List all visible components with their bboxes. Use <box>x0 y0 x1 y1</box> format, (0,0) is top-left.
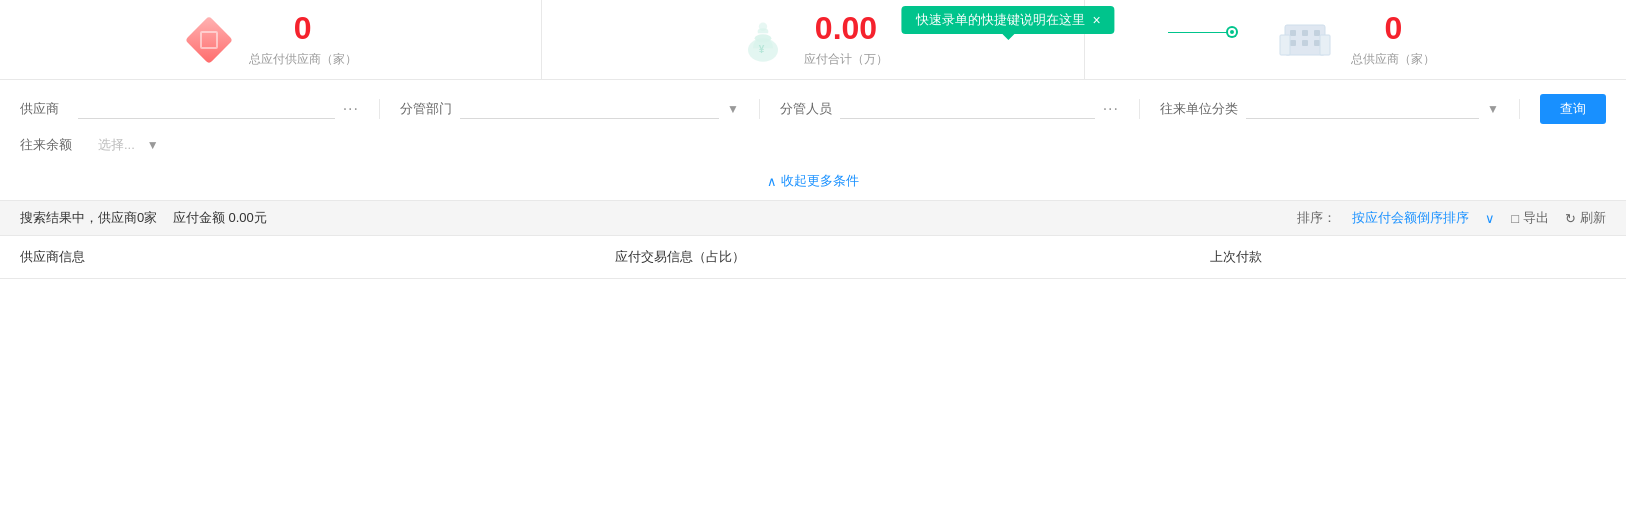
col-transaction-header: 应付交易信息（占比） <box>615 248 1210 266</box>
department-input[interactable] <box>460 99 719 119</box>
collapse-button[interactable]: ∧ 收起更多条件 <box>767 172 859 190</box>
balance-placeholder: 选择... <box>98 136 135 154</box>
table-header: 供应商信息 应付交易信息（占比） 上次付款 <box>0 236 1626 279</box>
refresh-label: 刷新 <box>1580 209 1606 227</box>
stat-total-suppliers: 0 总供应商（家） <box>1085 0 1626 79</box>
refresh-button[interactable]: ↻ 刷新 <box>1565 209 1606 227</box>
unit-type-arrow[interactable]: ▼ <box>1487 102 1499 116</box>
unit-type-input[interactable] <box>1246 99 1479 119</box>
building-icon <box>1275 20 1335 60</box>
person-dots-btn[interactable]: ··· <box>1103 100 1119 118</box>
svg-point-2 <box>759 22 767 30</box>
department-label: 分管部门 <box>400 100 452 118</box>
department-arrow[interactable]: ▼ <box>727 102 739 116</box>
payable-suppliers-label: 总应付供应商（家） <box>249 51 357 68</box>
svg-rect-12 <box>1320 35 1330 55</box>
payable-total-label: 应付合计（万） <box>804 51 888 68</box>
stat-payable-suppliers: 0 总应付供应商（家） <box>0 0 542 79</box>
results-text: 搜索结果中，供应商0家 <box>20 210 157 225</box>
svg-point-1 <box>755 34 772 42</box>
filter-row-1: 供应商 ··· 分管部门 ▼ 分管人员 ··· 往来单位分类 ▼ 查询 <box>20 94 1606 124</box>
export-button[interactable]: □ 导出 <box>1511 209 1549 227</box>
svg-rect-6 <box>1302 30 1308 36</box>
person-label: 分管人员 <box>780 100 832 118</box>
svg-rect-8 <box>1290 40 1296 46</box>
sort-label: 排序： <box>1297 209 1336 227</box>
sort-value[interactable]: 按应付会额倒序排序 <box>1352 209 1469 227</box>
tooltip-bubble: 快速录单的快捷键说明在这里 × <box>902 6 1115 34</box>
results-amount: 应付金额 0.00元 <box>173 210 267 225</box>
stats-bar: 0 总应付供应商（家） ¥ 0.00 应付合计（万） 快速录单的快捷键说明在这里… <box>0 0 1626 80</box>
filter-person: 分管人员 ··· <box>780 99 1140 119</box>
collapse-label: 收起更多条件 <box>781 172 859 190</box>
moneybag-icon: ¥ <box>738 15 788 65</box>
filter-row-2: 往来余额 选择... ▼ <box>20 136 1606 154</box>
col-payment-header: 上次付款 <box>1210 248 1607 266</box>
refresh-icon: ↻ <box>1565 211 1576 226</box>
person-input[interactable] <box>840 99 1095 119</box>
unit-type-label: 往来单位分类 <box>1160 100 1238 118</box>
supplier-dots-btn[interactable]: ··· <box>343 100 359 118</box>
filter-department: 分管部门 ▼ <box>400 99 760 119</box>
diamond-icon <box>185 16 233 64</box>
svg-rect-11 <box>1280 35 1290 55</box>
collapse-icon: ∧ <box>767 174 777 189</box>
tooltip-close-btn[interactable]: × <box>1093 13 1101 27</box>
tooltip-connector <box>1168 28 1236 36</box>
table-body <box>0 279 1626 515</box>
filter-unit-type: 往来单位分类 ▼ <box>1160 99 1520 119</box>
filter-balance: 往来余额 选择... ▼ <box>20 136 159 154</box>
collapse-bar: ∧ 收起更多条件 <box>20 166 1606 200</box>
svg-rect-7 <box>1314 30 1320 36</box>
tooltip-text: 快速录单的快捷键说明在这里 <box>916 11 1085 29</box>
col-supplier-header: 供应商信息 <box>20 248 615 266</box>
filter-supplier: 供应商 ··· <box>20 99 380 119</box>
svg-rect-9 <box>1302 40 1308 46</box>
supplier-label: 供应商 <box>20 100 70 118</box>
results-info: 搜索结果中，供应商0家 应付金额 0.00元 <box>20 209 267 227</box>
export-icon: □ <box>1511 211 1519 226</box>
total-suppliers-label: 总供应商（家） <box>1351 51 1435 68</box>
results-actions: 排序： 按应付会额倒序排序 ∨ □ 导出 ↻ 刷新 <box>1297 209 1606 227</box>
total-suppliers-value: 0 <box>1384 11 1402 46</box>
svg-rect-5 <box>1290 30 1296 36</box>
balance-arrow[interactable]: ▼ <box>147 138 159 152</box>
svg-rect-10 <box>1314 40 1320 46</box>
search-button[interactable]: 查询 <box>1540 94 1606 124</box>
balance-label: 往来余额 <box>20 136 72 154</box>
filters-area: 供应商 ··· 分管部门 ▼ 分管人员 ··· 往来单位分类 ▼ 查询 往来余额 <box>0 80 1626 201</box>
results-bar: 搜索结果中，供应商0家 应付金额 0.00元 排序： 按应付会额倒序排序 ∨ □… <box>0 201 1626 236</box>
payable-total-value: 0.00 <box>815 11 877 46</box>
sort-arrow: ∨ <box>1485 211 1495 226</box>
export-label: 导出 <box>1523 209 1549 227</box>
supplier-input[interactable] <box>78 99 335 119</box>
payable-suppliers-value: 0 <box>294 11 312 46</box>
svg-text:¥: ¥ <box>759 44 765 55</box>
